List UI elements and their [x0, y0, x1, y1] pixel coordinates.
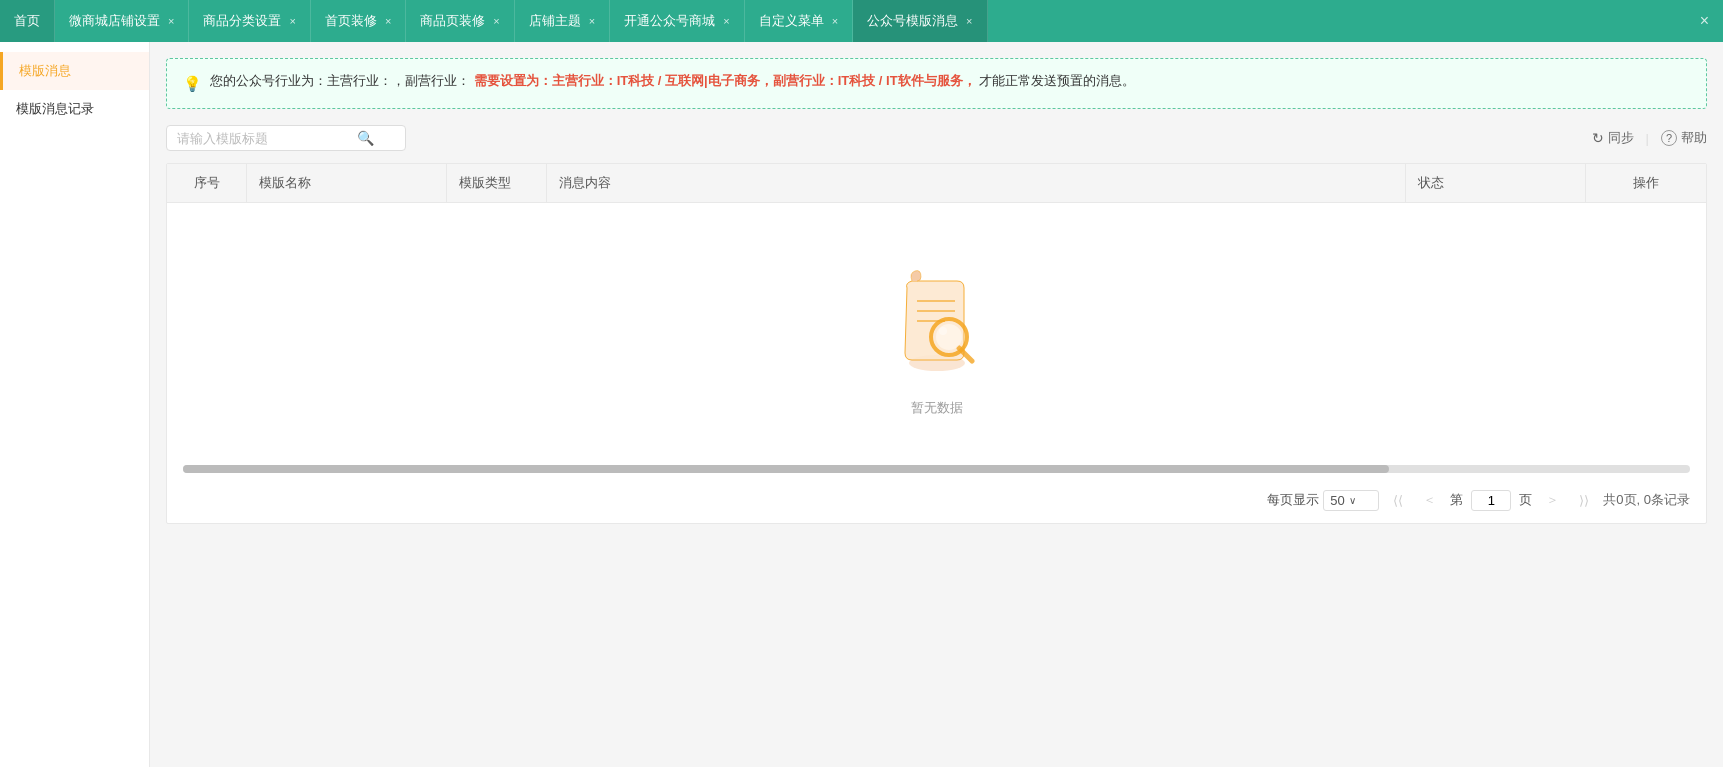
notice-suffix: 才能正常发送预置的消息。	[979, 73, 1135, 88]
close-template-msg-icon[interactable]: ×	[966, 15, 972, 27]
nav-tab-custom-menu-label: 自定义菜单	[759, 12, 824, 30]
main-content: 💡 您的公众号行业为：主营行业：，副营行业： 需要设置为：主营行业：IT科技 /…	[150, 42, 1723, 767]
nav-tab-product-category[interactable]: 商品分类设置 ×	[189, 0, 310, 42]
notice-icon: 💡	[183, 72, 202, 96]
nav-tab-open-store[interactable]: 开通公众号商城 ×	[610, 0, 744, 42]
pagination: 每页显示 50 ∨ ⟨⟨ ＜ 第 页 ＞ ⟩⟩ 共0页, 0条记录	[167, 481, 1706, 523]
th-content: 消息内容	[547, 164, 1406, 202]
search-input[interactable]	[177, 131, 357, 146]
sidebar-item-template-msg-record-label: 模版消息记录	[16, 101, 94, 116]
total-info: 共0页, 0条记录	[1603, 491, 1690, 509]
notice-prefix: 您的公众号行业为：主营行业：，副营行业：	[210, 73, 470, 88]
page-size-label: 每页显示	[1267, 491, 1319, 509]
help-icon: ?	[1661, 130, 1677, 146]
prev-page-button[interactable]: ＜	[1417, 489, 1442, 511]
nav-tab-store-theme-label: 店铺主题	[529, 12, 581, 30]
page-label-before: 第	[1450, 491, 1463, 509]
nav-tab-home-decor[interactable]: 首页装修 ×	[311, 0, 406, 42]
nav-tab-product-decor-label: 商品页装修	[420, 12, 485, 30]
empty-text: 暂无数据	[911, 399, 963, 417]
nav-tab-micro-store-label: 微商城店铺设置	[69, 12, 160, 30]
last-page-button[interactable]: ⟩⟩	[1573, 491, 1595, 510]
page-label-after: 页	[1519, 491, 1532, 509]
nav-tab-product-decor[interactable]: 商品页装修 ×	[406, 0, 514, 42]
close-store-theme-icon[interactable]: ×	[589, 15, 595, 27]
empty-state: 暂无数据	[167, 203, 1706, 457]
search-bar: 🔍 ↻ 同步 | ? 帮助	[166, 125, 1707, 151]
nav-tab-template-msg[interactable]: 公众号模版消息 ×	[853, 0, 987, 42]
nav-tab-product-category-label: 商品分类设置	[203, 12, 281, 30]
nav-tab-store-theme[interactable]: 店铺主题 ×	[515, 0, 610, 42]
main-layout: 模版消息 模版消息记录 💡 您的公众号行业为：主营行业：，副营行业： 需要设置为…	[0, 42, 1723, 767]
scrollbar-thumb[interactable]	[183, 465, 1389, 473]
close-product-decor-icon[interactable]: ×	[493, 15, 499, 27]
nav-tab-home-label: 首页	[14, 12, 40, 30]
close-all-tabs-button[interactable]: ×	[1686, 12, 1723, 30]
svg-point-7	[939, 327, 947, 335]
th-type: 模版类型	[447, 164, 547, 202]
help-label: 帮助	[1681, 129, 1707, 147]
nav-tab-home[interactable]: 首页	[0, 0, 55, 42]
nav-tab-open-store-label: 开通公众号商城	[624, 12, 715, 30]
table-header: 序号 模版名称 模版类型 消息内容 状态 操作	[167, 164, 1706, 203]
top-navigation: 首页 微商城店铺设置 × 商品分类设置 × 首页装修 × 商品页装修 × 店铺主…	[0, 0, 1723, 42]
search-icon[interactable]: 🔍	[357, 130, 374, 146]
sidebar: 模版消息 模版消息记录	[0, 42, 150, 767]
search-input-wrap: 🔍	[166, 125, 406, 151]
refresh-icon: ↻	[1592, 130, 1604, 146]
nav-tab-home-decor-label: 首页装修	[325, 12, 377, 30]
page-number-input[interactable]	[1471, 490, 1511, 511]
next-page-button[interactable]: ＞	[1540, 489, 1565, 511]
th-seq: 序号	[167, 164, 247, 202]
close-micro-store-icon[interactable]: ×	[168, 15, 174, 27]
sync-button[interactable]: ↻ 同步	[1592, 129, 1634, 147]
help-button[interactable]: ? 帮助	[1661, 129, 1707, 147]
close-product-category-icon[interactable]: ×	[289, 15, 295, 27]
notice-text: 您的公众号行业为：主营行业：，副营行业： 需要设置为：主营行业：IT科技 / 互…	[210, 71, 1135, 92]
sync-label: 同步	[1608, 129, 1634, 147]
divider: |	[1646, 131, 1649, 146]
sidebar-item-template-msg-label: 模版消息	[19, 63, 71, 78]
nav-tab-template-msg-label: 公众号模版消息	[867, 12, 958, 30]
close-custom-menu-icon[interactable]: ×	[832, 15, 838, 27]
close-open-store-icon[interactable]: ×	[723, 15, 729, 27]
nav-tab-micro-store[interactable]: 微商城店铺设置 ×	[55, 0, 189, 42]
empty-illustration	[877, 263, 997, 383]
search-actions: ↻ 同步 | ? 帮助	[1592, 129, 1707, 147]
first-page-button[interactable]: ⟨⟨	[1387, 491, 1409, 510]
svg-point-6	[936, 324, 962, 350]
sidebar-item-template-msg[interactable]: 模版消息	[0, 52, 149, 90]
horizontal-scrollbar[interactable]	[183, 465, 1690, 473]
sidebar-item-template-msg-record[interactable]: 模版消息记录	[0, 90, 149, 128]
page-size-value: 50	[1330, 493, 1344, 508]
data-table: 序号 模版名称 模版类型 消息内容 状态 操作	[166, 163, 1707, 524]
close-home-decor-icon[interactable]: ×	[385, 15, 391, 27]
notice-bar: 💡 您的公众号行业为：主营行业：，副营行业： 需要设置为：主营行业：IT科技 /…	[166, 58, 1707, 109]
notice-highlight: 需要设置为：主营行业：IT科技 / 互联网|电子商务，副营行业：IT科技 / I…	[474, 73, 976, 88]
page-size-selector: 每页显示 50 ∨	[1267, 490, 1379, 511]
th-status: 状态	[1406, 164, 1586, 202]
th-name: 模版名称	[247, 164, 447, 202]
page-size-select-dropdown[interactable]: 50 ∨	[1323, 490, 1379, 511]
chevron-down-icon: ∨	[1349, 495, 1356, 506]
th-action: 操作	[1586, 164, 1706, 202]
nav-tab-custom-menu[interactable]: 自定义菜单 ×	[745, 0, 853, 42]
